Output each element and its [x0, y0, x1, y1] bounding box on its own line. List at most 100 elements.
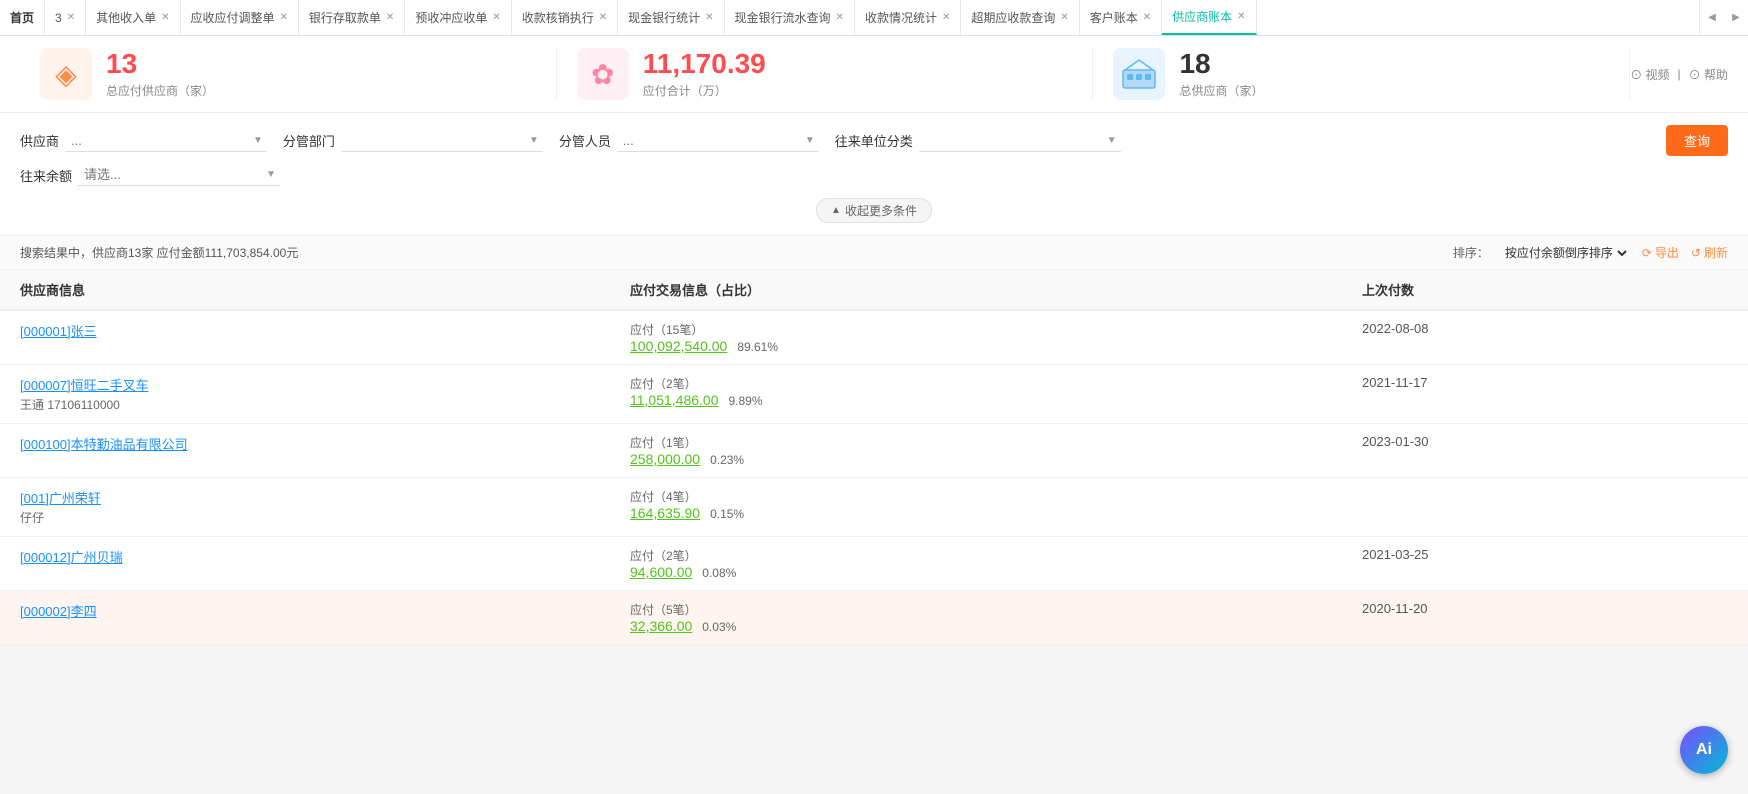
- balance-select-wrap: ▼: [78, 164, 280, 186]
- person-input-wrap: ▼: [617, 130, 819, 152]
- close-icon[interactable]: ✕: [942, 12, 950, 23]
- nav-tab-bank-deposit[interactable]: 银行存取款单 ✕: [299, 0, 405, 35]
- nav-tab-cash-flow[interactable]: 现金银行流水查询 ✕: [725, 0, 855, 35]
- nav-tab-overdue-ar[interactable]: 超期应收款查询 ✕: [961, 0, 1079, 35]
- tx-amount-link[interactable]: 164,635.90: [630, 505, 700, 521]
- last-pay-date: 2021-03-25: [1362, 547, 1429, 562]
- filter-category: 往来单位分类 ▼: [835, 130, 1121, 152]
- header-transactions: 应付交易信息（占比）: [630, 280, 1362, 299]
- refresh-button[interactable]: ↺ 刷新: [1691, 244, 1728, 261]
- table-row: [001]广州荣轩 仔仔 应付（4笔） 164,635.90 0.15%: [0, 478, 1748, 537]
- tx-amount-link[interactable]: 32,366.00: [630, 618, 692, 634]
- last-pay-date: 2023-01-30: [1362, 434, 1429, 449]
- close-icon[interactable]: ✕: [1060, 12, 1068, 23]
- dept-input[interactable]: [341, 130, 529, 151]
- nav-next-button[interactable]: ▶: [1724, 0, 1748, 35]
- nav-tab-3[interactable]: 3 ✕: [45, 0, 86, 35]
- close-icon[interactable]: ✕: [1237, 11, 1245, 22]
- tx-amount-link[interactable]: 100,092,540.00: [630, 338, 727, 354]
- close-icon[interactable]: ✕: [1143, 12, 1151, 23]
- supplier-cell: [000001]张三: [20, 321, 630, 340]
- filter-row-1: 供应商 ▼ 分管部门 ▼ 分管人员 ▼ 往来单位分类 ▼: [20, 125, 1728, 156]
- supplier-link[interactable]: [000001]张三: [20, 321, 630, 340]
- category-chevron-icon: ▼: [1107, 135, 1121, 146]
- refresh-icon: ↺: [1691, 246, 1701, 260]
- close-icon[interactable]: ✕: [836, 12, 844, 23]
- tx-row: 32,366.00 0.03%: [630, 618, 1362, 634]
- tx-percent: 89.61%: [737, 340, 778, 354]
- payable-total-amount: 11,170.39: [643, 49, 766, 80]
- filter-person: 分管人员 ▼: [559, 130, 819, 152]
- nav-tab-customer-ledger[interactable]: 客户账本 ✕: [1080, 0, 1162, 35]
- filter-area: 供应商 ▼ 分管部门 ▼ 分管人员 ▼ 往来单位分类 ▼: [0, 113, 1748, 236]
- export-button[interactable]: ⟳ 导出: [1642, 244, 1679, 261]
- person-filter-label: 分管人员: [559, 131, 611, 150]
- supplier-sub: 仔仔: [20, 509, 630, 526]
- tx-label: 应付（5笔）: [630, 601, 1362, 618]
- nav-tab-receipt-stats[interactable]: 收款情况统计 ✕: [855, 0, 961, 35]
- nav-tab-ar-ap-adjust[interactable]: 应收应付调整单 ✕: [181, 0, 299, 35]
- table-row: [000002]李四 应付（5笔） 32,366.00 0.03% 2020-1…: [0, 591, 1748, 645]
- total-supplier-count: 18: [1179, 49, 1263, 80]
- nav-tab-home[interactable]: 首页: [0, 0, 45, 35]
- balance-chevron-icon: ▼: [266, 169, 280, 180]
- supplier-link[interactable]: [001]广州荣轩: [20, 488, 630, 507]
- balance-input[interactable]: [78, 164, 266, 185]
- last-pay-cell: 2022-08-08: [1362, 321, 1728, 336]
- supplier-input-wrap: ▼: [65, 130, 267, 152]
- tx-amount-link[interactable]: 94,600.00: [630, 564, 692, 580]
- query-button[interactable]: 查询: [1666, 125, 1728, 156]
- transaction-cell: 应付（4笔） 164,635.90 0.15%: [630, 488, 1362, 521]
- dept-filter-label: 分管部门: [283, 131, 335, 150]
- tx-percent: 0.23%: [710, 453, 744, 467]
- close-icon[interactable]: ✕: [161, 12, 169, 23]
- category-select-wrap: ▼: [919, 130, 1121, 152]
- close-icon[interactable]: ✕: [386, 12, 394, 23]
- nav-tab-payment-verify[interactable]: 收款核销执行 ✕: [512, 0, 618, 35]
- supplier-link[interactable]: [000100]本特勤油品有限公司: [20, 434, 630, 453]
- nav-prev-button[interactable]: ◀: [1700, 0, 1724, 35]
- person-input[interactable]: [617, 130, 805, 151]
- tx-row: 164,635.90 0.15%: [630, 505, 1362, 521]
- nav-tab-other-income[interactable]: 其他收入单 ✕: [86, 0, 180, 35]
- results-bar: 搜索结果中，供应商13家 应付金额111,703,854.00元 排序： 按应付…: [0, 236, 1748, 270]
- close-icon[interactable]: ✕: [280, 12, 288, 23]
- sort-select[interactable]: 按应付余额倒序排序: [1501, 245, 1630, 261]
- table-row: [000012]广州贝瑞 应付（2笔） 94,600.00 0.08% 2021…: [0, 537, 1748, 591]
- summary-bar: ◈ 13 总应付供应商（家） ✿ 11,170.39 应付合计（万） 18 总供…: [0, 36, 1748, 113]
- balance-filter-label: 往来余额: [20, 166, 72, 185]
- collapse-button[interactable]: ▲ 收起更多条件: [816, 198, 932, 223]
- payable-total-label: 应付合计（万）: [643, 82, 766, 99]
- nav-tab-prepay[interactable]: 预收冲应收单 ✕: [405, 0, 511, 35]
- summary-card-payable-suppliers: ◈ 13 总应付供应商（家）: [20, 48, 557, 100]
- close-icon[interactable]: ✕: [67, 12, 75, 23]
- nav-tab-cash-bank-stats[interactable]: 现金银行统计 ✕: [618, 0, 724, 35]
- payable-supplier-label: 总应付供应商（家）: [106, 82, 214, 99]
- filter-supplier: 供应商 ▼: [20, 130, 267, 152]
- supplier-link[interactable]: [000002]李四: [20, 601, 630, 620]
- tx-amount-link[interactable]: 258,000.00: [630, 451, 700, 467]
- ai-badge[interactable]: Ai: [1680, 726, 1728, 774]
- close-icon[interactable]: ✕: [492, 12, 500, 23]
- results-summary-text: 搜索结果中，供应商13家 应付金额111,703,854.00元: [20, 244, 298, 261]
- transaction-cell: 应付（2笔） 11,051,486.00 9.89%: [630, 375, 1362, 408]
- tx-amount-link[interactable]: 11,051,486.00: [630, 392, 719, 408]
- help-link[interactable]: ⊙ 帮助: [1689, 66, 1728, 83]
- supplier-input[interactable]: [65, 130, 253, 151]
- chevron-up-icon: ▲: [831, 205, 841, 216]
- close-icon[interactable]: ✕: [705, 12, 713, 23]
- supplier-link[interactable]: [000012]广州贝瑞: [20, 547, 630, 566]
- category-input[interactable]: [919, 130, 1107, 151]
- close-icon[interactable]: ✕: [599, 12, 607, 23]
- video-link[interactable]: ⊙ 视频: [1630, 66, 1669, 83]
- payable-total-text: 11,170.39 应付合计（万）: [643, 49, 766, 99]
- supplier-cell: [000100]本特勤油品有限公司: [20, 434, 630, 453]
- link-separator: |: [1678, 67, 1681, 81]
- last-pay-date: 2020-11-20: [1362, 601, 1428, 616]
- nav-tab-supplier-ledger[interactable]: 供应商账本 ✕: [1162, 0, 1256, 35]
- top-nav: 首页 3 ✕ 其他收入单 ✕ 应收应付调整单 ✕ 银行存取款单 ✕ 预收冲应收单…: [0, 0, 1748, 36]
- total-supplier-icon: [1113, 48, 1165, 100]
- supplier-link[interactable]: [000007]恒旺二手叉车: [20, 375, 630, 394]
- table-row: [000001]张三 应付（15笔） 100,092,540.00 89.61%…: [0, 311, 1748, 365]
- header-supplier: 供应商信息: [20, 280, 630, 299]
